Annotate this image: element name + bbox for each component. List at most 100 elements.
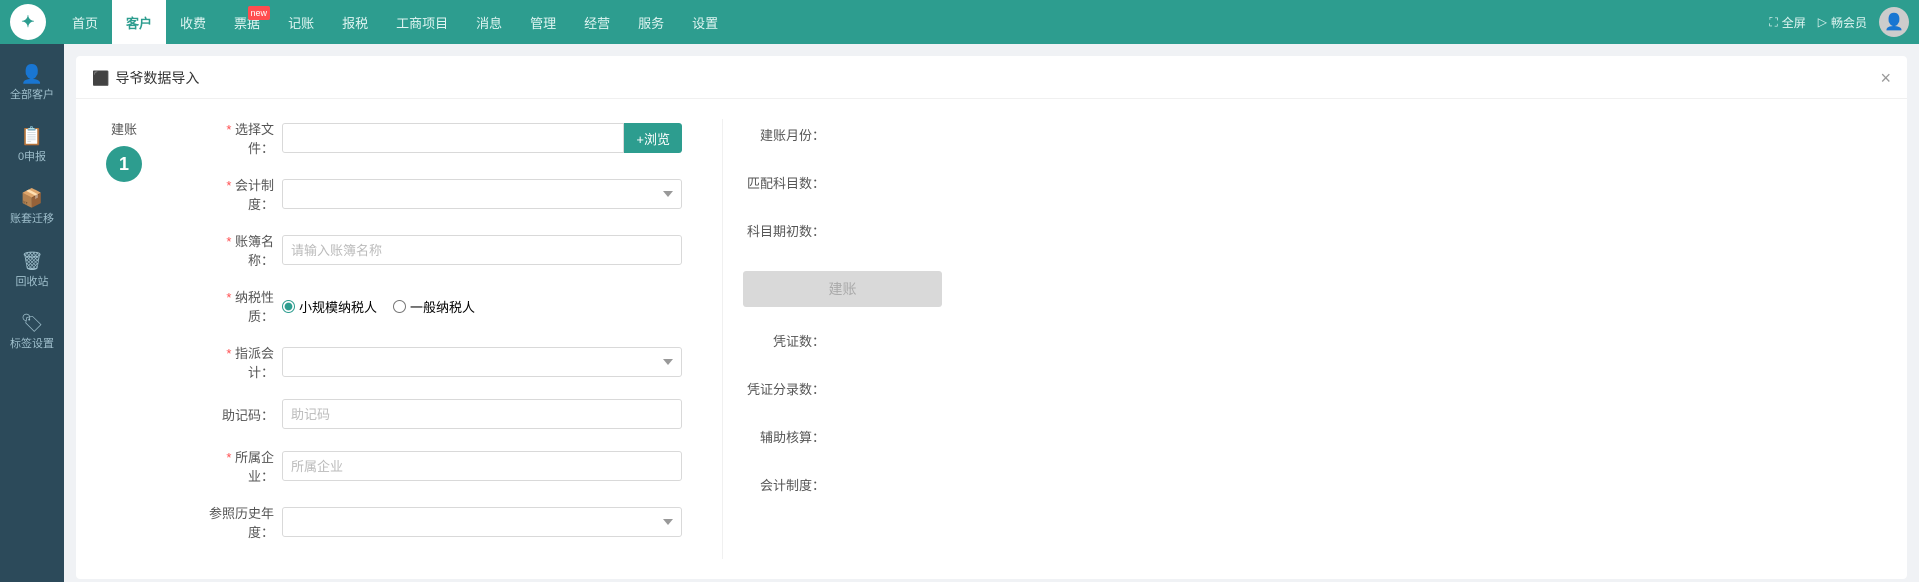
sidebar-item-declare[interactable]: 📋 0申报 <box>0 116 64 174</box>
match-row: 匹配科目数： <box>743 167 942 197</box>
radio-general-input[interactable] <box>393 300 406 313</box>
nav-item-报税[interactable]: 报税 <box>328 0 382 44</box>
sidebar-label-migrate: 账套迁移 <box>10 213 54 226</box>
app-body: 👤 全部客户 📋 0申报 📦 账套迁移 🗑 回收站 🏷 标签设置 ⬛ 导爷数据导… <box>0 44 1919 582</box>
step-label: 建账 <box>111 119 137 138</box>
dialog-title-text: 导爷数据导入 <box>115 68 199 88</box>
logo[interactable]: ✦ <box>10 4 46 40</box>
nav-item-工商项目[interactable]: 工商项目 <box>382 0 462 44</box>
history-year-select[interactable] <box>282 507 682 537</box>
initial-row: 科目期初数： <box>743 215 942 245</box>
fullscreen-action[interactable]: ⛶ 全屏 <box>1769 14 1805 31</box>
company-input[interactable] <box>282 451 682 481</box>
tax-type-label: 纳税性质： <box>202 287 282 325</box>
month-label: 建账月份： <box>743 125 833 144</box>
tax-type-radio-group: 小规模纳税人 一般纳税人 <box>282 297 682 316</box>
play-icon: ▷ <box>1818 15 1827 29</box>
step-section: 建账 1 <box>106 119 162 559</box>
avatar[interactable]: 👤 <box>1879 7 1909 37</box>
sidebar-item-all-clients[interactable]: 👤 全部客户 <box>0 54 64 112</box>
sidebar-item-tags[interactable]: 🏷 标签设置 <box>0 303 64 361</box>
initial-label: 科目期初数： <box>743 221 833 240</box>
main-content: ⬛ 导爷数据导入 × 建账 1 选择文件： <box>64 44 1919 582</box>
info-accounting-system-row: 会计制度： <box>743 469 942 499</box>
match-label: 匹配科目数： <box>743 173 833 192</box>
import-icon: ⬛ <box>92 70 109 87</box>
account-name-label: 账簿名称： <box>202 231 282 269</box>
sidebar-label-tags: 标签设置 <box>10 338 54 351</box>
radio-general-label: 一般纳税人 <box>410 297 475 316</box>
sidebar-label-declare: 0申报 <box>18 151 46 164</box>
nav-item-消息[interactable]: 消息 <box>462 0 516 44</box>
info-accounting-system-label: 会计制度： <box>743 475 833 494</box>
fullscreen-icon: ⛶ <box>1769 15 1777 30</box>
new-badge: new <box>248 6 271 20</box>
sidebar-label-recycle: 回收站 <box>16 276 49 289</box>
sidebar-label-all-clients: 全部客户 <box>10 89 54 102</box>
dialog-header: ⬛ 导爷数据导入 × <box>76 56 1907 99</box>
build-account-button[interactable]: 建账 <box>743 271 942 307</box>
accountant-select[interactable] <box>282 347 682 377</box>
voucher-entries-row: 凭证分录数： <box>743 373 942 403</box>
member-label: 畅会员 <box>1831 14 1867 31</box>
history-year-row: 参照历史年度： <box>202 503 682 541</box>
dialog-card: ⬛ 导爷数据导入 × 建账 1 选择文件： <box>76 56 1907 579</box>
memo-label: 助记码： <box>202 405 282 424</box>
auxiliary-label: 辅助核算： <box>743 427 833 446</box>
logo-icon: ✦ <box>21 12 34 32</box>
sidebar-item-recycle[interactable]: 🗑 回收站 <box>0 241 64 299</box>
company-label: 所属企业： <box>202 447 282 485</box>
fullscreen-label: 全屏 <box>1782 14 1806 31</box>
sidebar-icon-tags: 🏷 <box>21 313 44 334</box>
nav-item-服务[interactable]: 服务 <box>624 0 678 44</box>
accountant-row: 指派会计： <box>202 343 682 381</box>
step-circle: 1 <box>106 146 142 182</box>
radio-small-label: 小规模纳税人 <box>299 297 377 316</box>
accounting-system-label: 会计制度： <box>202 175 282 213</box>
sidebar-icon-recycle: 🗑 <box>21 251 44 272</box>
form-section: 选择文件： +浏览 会计制度： <box>202 119 682 559</box>
dialog-title: ⬛ 导爷数据导入 <box>92 68 199 88</box>
info-section: 建账月份： 匹配科目数： 科目期初数： 建账 <box>722 119 942 559</box>
nav-item-首页[interactable]: 首页 <box>58 0 112 44</box>
tax-type-row: 纳税性质： 小规模纳税人 一般纳税人 <box>202 287 682 325</box>
file-row: 选择文件： +浏览 <box>202 119 682 157</box>
nav-item-记账[interactable]: 记账 <box>274 0 328 44</box>
radio-small-taxpayer[interactable]: 小规模纳税人 <box>282 297 377 316</box>
memo-row: 助记码： <box>202 399 682 429</box>
sidebar: 👤 全部客户 📋 0申报 📦 账套迁移 🗑 回收站 🏷 标签设置 <box>0 44 64 582</box>
dialog-body: 建账 1 选择文件： +浏览 会计制度： <box>76 99 1907 579</box>
memo-input[interactable] <box>282 399 682 429</box>
sidebar-icon-all-clients: 👤 <box>21 64 43 85</box>
close-button[interactable]: × <box>1880 69 1891 87</box>
file-label: 选择文件： <box>202 119 282 157</box>
build-btn-row: 建账 <box>743 263 942 307</box>
file-input-group: +浏览 <box>282 123 682 153</box>
right-actions: ⛶ 全屏 ▷ 畅会员 👤 <box>1769 7 1909 37</box>
company-row: 所属企业： <box>202 447 682 485</box>
file-input[interactable] <box>282 123 624 153</box>
accounting-system-select[interactable] <box>282 179 682 209</box>
nav-item-设置[interactable]: 设置 <box>678 0 732 44</box>
nav-item-收费[interactable]: 收费 <box>166 0 220 44</box>
radio-small-input[interactable] <box>282 300 295 313</box>
browse-button[interactable]: +浏览 <box>624 123 682 153</box>
account-name-row: 账簿名称： <box>202 231 682 269</box>
sidebar-icon-declare: 📋 <box>21 126 43 147</box>
voucher-row: 凭证数： <box>743 325 942 355</box>
sidebar-icon-migrate: 📦 <box>21 188 43 209</box>
account-name-input[interactable] <box>282 235 682 265</box>
voucher-entries-label: 凭证分录数： <box>743 379 833 398</box>
nav-item-客户[interactable]: 客户 <box>112 0 166 44</box>
accountant-label: 指派会计： <box>202 343 282 381</box>
voucher-label: 凭证数： <box>743 331 833 350</box>
nav-item-票据[interactable]: 票据new <box>220 0 274 44</box>
nav-item-经营[interactable]: 经营 <box>570 0 624 44</box>
accounting-system-row: 会计制度： <box>202 175 682 213</box>
member-action[interactable]: ▷ 畅会员 <box>1818 14 1867 31</box>
sidebar-item-migrate[interactable]: 📦 账套迁移 <box>0 178 64 236</box>
month-row: 建账月份： <box>743 119 942 149</box>
top-nav: ✦ 首页客户收费票据new记账报税工商项目消息管理经营服务设置 ⛶ 全屏 ▷ 畅… <box>0 0 1919 44</box>
nav-item-管理[interactable]: 管理 <box>516 0 570 44</box>
radio-general-taxpayer[interactable]: 一般纳税人 <box>393 297 475 316</box>
